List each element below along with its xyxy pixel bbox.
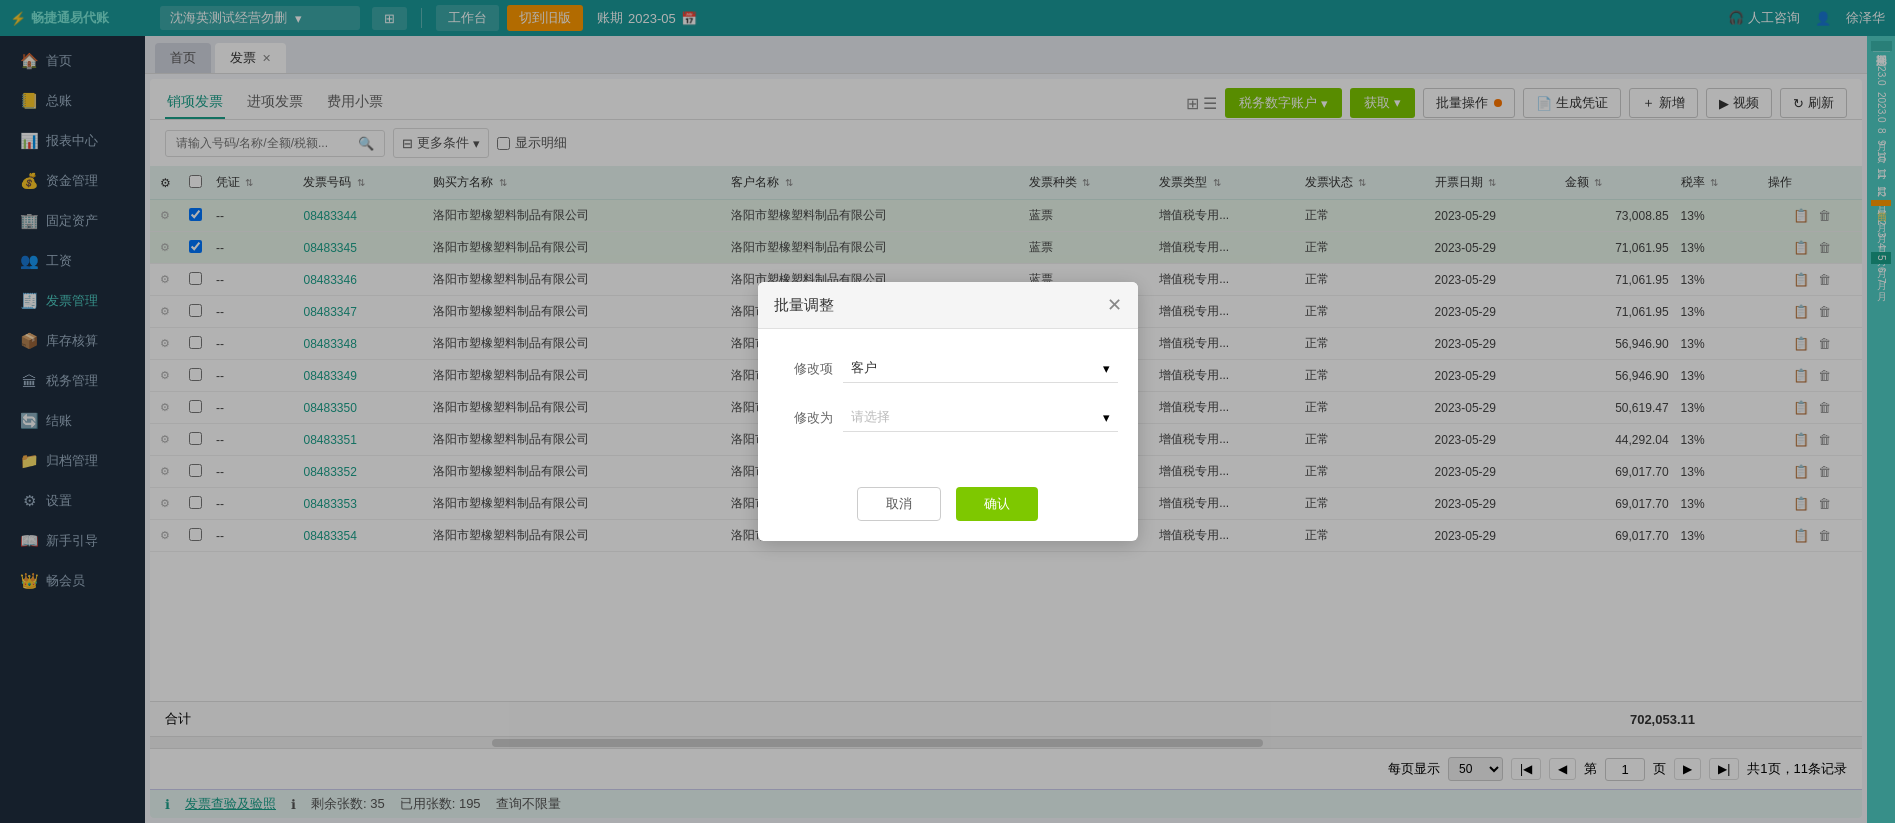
modal-overlay: 批量调整 ✕ 修改项 客户 ▾ 修改为 请选择 ▾ 取消 确认 <box>0 0 1895 823</box>
modal-title: 批量调整 <box>774 296 834 315</box>
modify-item-row: 修改项 客户 ▾ <box>778 354 1118 383</box>
batch-adjust-modal: 批量调整 ✕ 修改项 客户 ▾ 修改为 请选择 ▾ 取消 确认 <box>758 282 1138 541</box>
cancel-button[interactable]: 取消 <box>857 487 941 521</box>
modal-body: 修改项 客户 ▾ 修改为 请选择 ▾ <box>758 329 1138 477</box>
modify-item-value: 客户 <box>851 359 877 377</box>
modify-item-label: 修改项 <box>778 360 833 378</box>
change-to-label: 修改为 <box>778 409 833 427</box>
modify-item-chevron-icon: ▾ <box>1103 361 1110 376</box>
change-to-chevron-icon: ▾ <box>1103 410 1110 425</box>
change-to-select[interactable]: 请选择 ▾ <box>843 403 1118 432</box>
change-to-placeholder: 请选择 <box>851 408 890 426</box>
modal-close-button[interactable]: ✕ <box>1107 294 1122 316</box>
modal-footer: 取消 确认 <box>758 477 1138 541</box>
modal-header: 批量调整 ✕ <box>758 282 1138 329</box>
confirm-button[interactable]: 确认 <box>956 487 1038 521</box>
change-to-row: 修改为 请选择 ▾ <box>778 403 1118 432</box>
modify-item-select[interactable]: 客户 ▾ <box>843 354 1118 383</box>
